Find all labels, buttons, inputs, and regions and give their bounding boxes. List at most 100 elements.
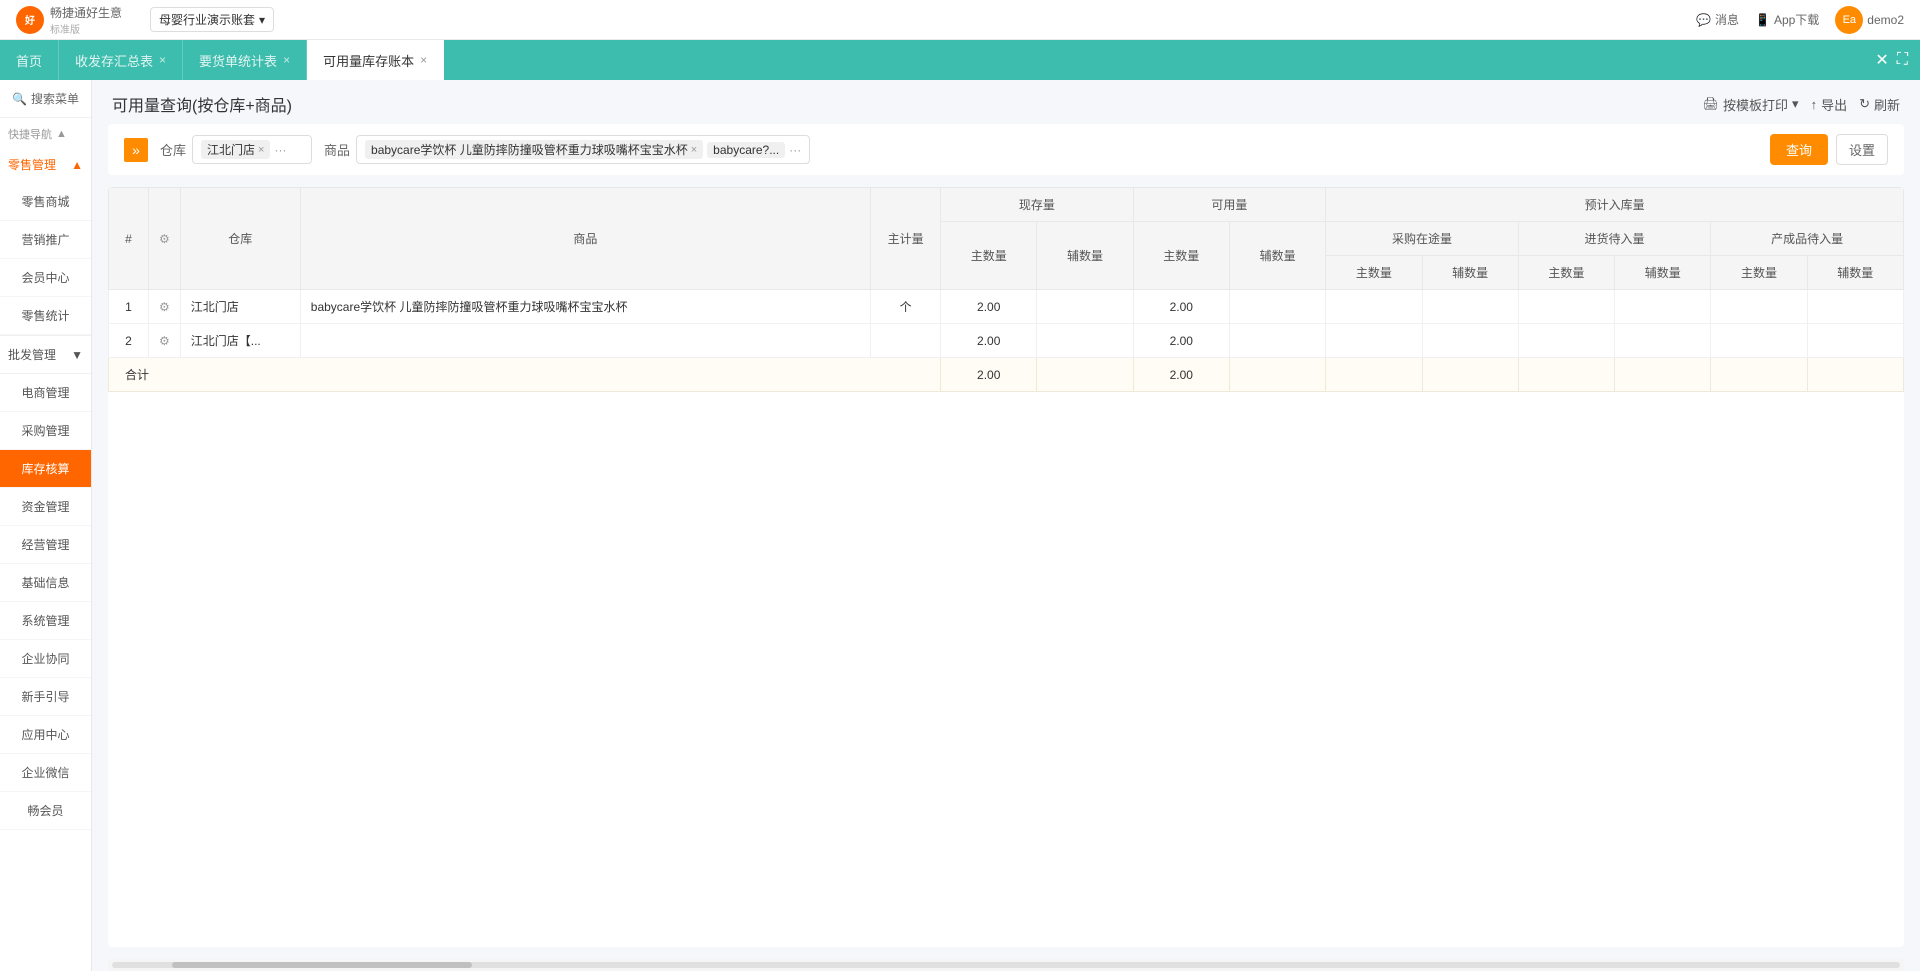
sidebar-item-retail-stats[interactable]: 零售统计 [0, 297, 91, 335]
settings-button[interactable]: 设置 [1836, 134, 1888, 165]
cell-purchase-main [1326, 324, 1422, 358]
cell-avail-main: 2.00 [1133, 324, 1229, 358]
th-goods-waiting: 进货待入量 [1518, 222, 1711, 256]
filter-toggle-btn[interactable]: » [124, 138, 148, 162]
sidebar-group-retail: 零售管理 ▲ 零售商城 营销推广 会员中心 零售统计 [0, 146, 91, 336]
cell-product-main [1711, 324, 1807, 358]
cell-gear[interactable]: ⚙ [149, 290, 181, 324]
sidebar-item-enterprise-wechat[interactable]: 企业微信 [0, 754, 91, 792]
template-print-btn[interactable]: 🖨 按模板打印 ▾ [1703, 95, 1799, 114]
scroll-track [112, 962, 1900, 968]
refresh-icon: ↻ [1859, 96, 1870, 112]
footer-purchase-main [1326, 358, 1422, 392]
th-gear[interactable]: ⚙ [149, 188, 181, 290]
sidebar-item-vip-member[interactable]: 畅会员 [0, 792, 91, 830]
sidebar-item-wholesale-mgmt[interactable]: 批发管理 ▼ [0, 336, 91, 373]
tab-order[interactable]: 要货单统计表 × [183, 40, 307, 80]
sidebar-item-operations[interactable]: 经营管理 [0, 526, 91, 564]
th-purchase-aux: 辅数量 [1422, 256, 1518, 290]
tab-receive[interactable]: 收发存汇总表 × [59, 40, 183, 80]
th-seq: # [109, 188, 149, 290]
product-label: 商品 [324, 140, 350, 159]
product-more[interactable]: ··· [789, 143, 801, 157]
warehouse-input[interactable]: 江北门店 × ··· [192, 135, 312, 164]
remove-warehouse-tag[interactable]: × [258, 144, 264, 156]
top-bar-right: 💬 消息 📱 App下载 Ea demo2 [1696, 6, 1904, 34]
export-btn[interactable]: ↑ 导出 [1811, 95, 1848, 114]
footer-goods-main [1518, 358, 1614, 392]
sidebar-item-new-guide[interactable]: 新手引导 [0, 678, 91, 716]
product-tag-2: babycare?... [707, 142, 785, 158]
chevron-icon: ▲ [56, 128, 67, 140]
th-available: 可用量 [1133, 188, 1326, 222]
close-tab-available[interactable]: × [420, 53, 427, 67]
chevron-down-icon: ▾ [259, 13, 265, 27]
avatar: Ea [1835, 6, 1863, 34]
sidebar-item-retail-mall[interactable]: 零售商城 [0, 183, 91, 221]
filter-bar: » 仓库 江北门店 × ··· 商品 babycare学饮杯 儿童防摔防撞吸管杯… [108, 124, 1904, 175]
sidebar-item-retail-mgmt[interactable]: 零售管理 ▲ [0, 146, 91, 183]
remove-product-tag-1[interactable]: × [691, 144, 697, 156]
query-button[interactable]: 查询 [1770, 134, 1828, 165]
sidebar-item-ecommerce[interactable]: 电商管理 [0, 374, 91, 412]
footer-avail-aux [1229, 358, 1325, 392]
close-tab-receive[interactable]: × [159, 53, 166, 67]
enterprise-selector[interactable]: 母婴行业演示账套 ▾ [150, 7, 274, 32]
sidebar-item-marketing[interactable]: 营销推广 [0, 221, 91, 259]
user-menu[interactable]: Ea demo2 [1835, 6, 1904, 34]
cell-seq: 1 [109, 290, 149, 324]
footer-product-main [1711, 358, 1807, 392]
sidebar-item-app-center[interactable]: 应用中心 [0, 716, 91, 754]
footer-label: 合计 [109, 358, 941, 392]
cell-product [300, 324, 870, 358]
tab-nav-actions: ✕ ⛶ [1863, 40, 1920, 80]
refresh-btn[interactable]: ↻ 刷新 [1859, 95, 1900, 114]
logo-text: 畅捷通好生意 标准版 [50, 4, 122, 36]
cell-purchase-aux [1422, 290, 1518, 324]
tab-available[interactable]: 可用量库存账本 × [307, 40, 444, 80]
cell-main-unit [871, 324, 941, 358]
cell-warehouse: 江北门店【... [180, 324, 300, 358]
cell-goods-main [1518, 324, 1614, 358]
quick-nav-label[interactable]: 快捷导航 ▲ [0, 118, 91, 146]
sidebar-item-enterprise-collab[interactable]: 企业协同 [0, 640, 91, 678]
message-btn[interactable]: 💬 消息 [1696, 11, 1739, 28]
filter-actions: 查询 设置 [1770, 134, 1888, 165]
cell-purchase-main [1326, 290, 1422, 324]
cell-main-unit: 个 [871, 290, 941, 324]
sidebar-item-basic-info[interactable]: 基础信息 [0, 564, 91, 602]
sidebar-item-inventory[interactable]: 库存核算 [0, 450, 91, 488]
th-product: 商品 [300, 188, 870, 290]
th-goods-main: 主数量 [1518, 256, 1614, 290]
chevron-up-icon: ▲ [71, 158, 83, 172]
tab-home[interactable]: 首页 [0, 40, 59, 80]
cell-gear[interactable]: ⚙ [149, 324, 181, 358]
table-row: 2 ⚙ 江北门店【... 2.00 2.00 [109, 324, 1904, 358]
page-actions: 🖨 按模板打印 ▾ ↑ 导出 ↻ 刷新 [1703, 95, 1901, 114]
close-tab-order[interactable]: × [283, 53, 290, 67]
sidebar-item-member-center[interactable]: 会员中心 [0, 259, 91, 297]
cell-seq: 2 [109, 324, 149, 358]
scroll-thumb[interactable] [172, 962, 472, 968]
horizontal-scrollbar[interactable] [108, 959, 1904, 971]
cell-product-aux [1807, 290, 1903, 324]
logo: 好 畅捷通好生意 标准版 [16, 4, 122, 36]
search-menu-btn[interactable]: 🔍 搜索菜单 [8, 90, 83, 107]
product-input[interactable]: babycare学饮杯 儿童防摔防撞吸管杯重力球吸嘴杯宝宝水杯 × babyca… [356, 135, 810, 164]
sidebar-item-purchase[interactable]: 采购管理 [0, 412, 91, 450]
th-stock-aux: 辅数量 [1037, 222, 1133, 290]
cell-product-main [1711, 290, 1807, 324]
maximize-btn[interactable]: ⛶ [1897, 51, 1908, 69]
warehouse-more[interactable]: ··· [274, 143, 286, 157]
sidebar-item-system[interactable]: 系统管理 [0, 602, 91, 640]
cell-stock-aux [1037, 290, 1133, 324]
sidebar-item-finance[interactable]: 资金管理 [0, 488, 91, 526]
app-download-btn[interactable]: 📱 App下载 [1755, 11, 1819, 28]
close-all-tabs-btn[interactable]: ✕ [1875, 50, 1888, 70]
chevron-down-icon: ▼ [71, 348, 83, 362]
mobile-icon: 📱 [1755, 13, 1770, 27]
sidebar: 🔍 搜索菜单 快捷导航 ▲ 零售管理 ▲ 零售商城 营销推广 会员中心 零售统计 [0, 80, 92, 971]
data-table: # ⚙ 仓库 商品 主计量 现存量 可用量 预计入库量 主数量 辅数量 主数量 … [108, 187, 1904, 392]
cell-product: babycare学饮杯 儿童防摔防撞吸管杯重力球吸嘴杯宝宝水杯 [300, 290, 870, 324]
cell-goods-aux [1615, 290, 1711, 324]
